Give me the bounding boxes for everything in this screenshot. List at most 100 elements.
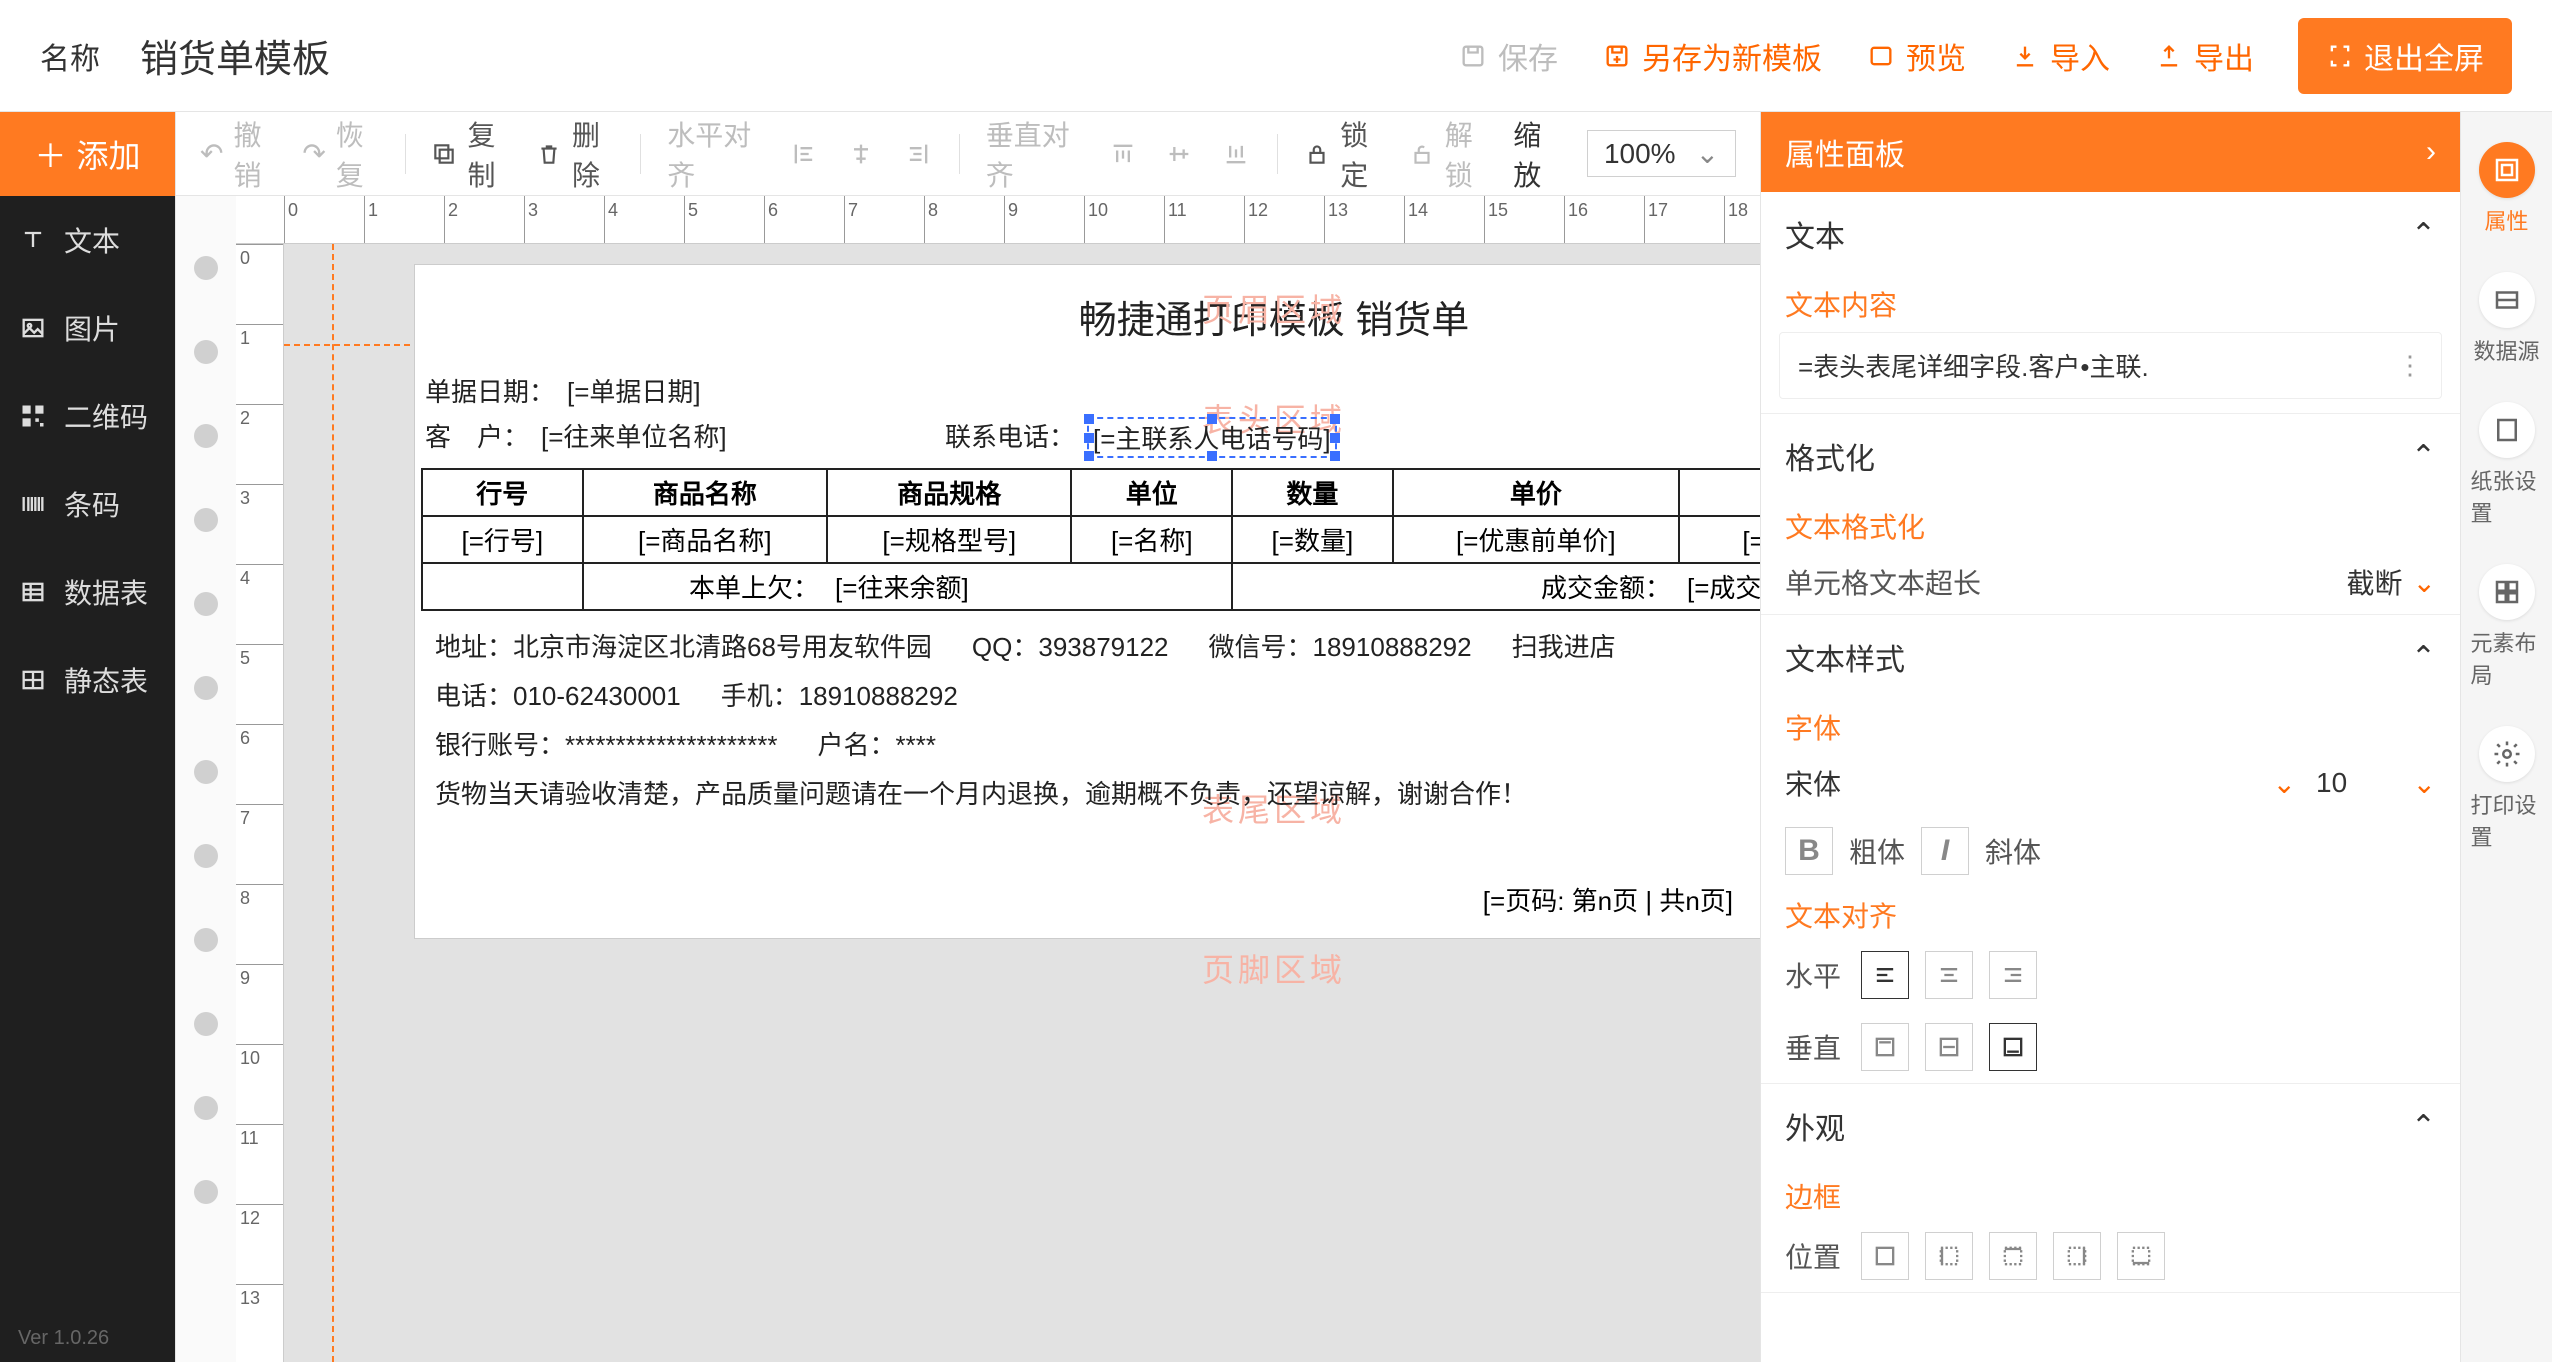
canvas[interactable]: 页眉区域 畅捷通打印模板 销货单 表头区域 单据日期： [=单据日期] 单据编号… <box>284 244 1760 1362</box>
border-all-button[interactable] <box>1861 1232 1909 1280</box>
bold-icon: B <box>1798 834 1820 868</box>
delete-button[interactable]: 删除 <box>536 114 614 194</box>
field-label[interactable]: 客 户： <box>425 417 529 458</box>
table-header[interactable]: 单价 <box>1393 469 1679 516</box>
v-align-middle-button[interactable] <box>1925 1023 1973 1071</box>
table-cell[interactable]: [=优惠前单价] <box>1393 516 1679 563</box>
preview-button[interactable]: 预览 <box>1866 34 1966 78</box>
zoom-select[interactable]: 100% ⌄ <box>1587 130 1736 177</box>
table-header[interactable]: 行号 <box>422 469 583 516</box>
vertical-ruler[interactable]: 01234567891011121314 <box>236 244 284 1362</box>
section-appearance[interactable]: 外观⌃ <box>1761 1084 2460 1168</box>
pager-field[interactable]: [=页码: 第n页 | 共n页] <box>415 877 1760 938</box>
lock-button[interactable]: 锁定 <box>1304 114 1382 194</box>
border-right-button[interactable] <box>2053 1232 2101 1280</box>
align-top-button[interactable] <box>1107 136 1138 172</box>
text-format-label: 文本格式化 <box>1761 498 2460 550</box>
selected-field[interactable]: [=主联系人电话号码] <box>1087 417 1337 458</box>
import-button[interactable]: 导入 <box>2010 34 2110 78</box>
sum-value[interactable]: [=成交金额] <box>1679 563 1760 610</box>
footer-text[interactable]: 户名：**** <box>817 725 935 762</box>
chevron-up-icon: ⌃ <box>2411 1109 2436 1144</box>
rail-print[interactable]: 打印设置 <box>2471 726 2543 852</box>
sidebar-item-datatable[interactable]: 数据表 <box>0 548 175 636</box>
sum-label[interactable]: 本单上欠： <box>583 563 827 610</box>
sidebar-item-image[interactable]: 图片 <box>0 284 175 372</box>
exit-fullscreen-button[interactable]: 退出全屏 <box>2298 18 2512 94</box>
unlock-button[interactable]: 解锁 <box>1409 114 1487 194</box>
align-bottom-button[interactable] <box>1221 136 1252 172</box>
sidebar-item-statictable[interactable]: 静态表 <box>0 636 175 724</box>
rail-properties[interactable]: 属性 <box>2471 142 2543 236</box>
font-family-select[interactable]: 宋体 ⌄ <box>1785 763 2296 803</box>
footer-text[interactable]: QQ：393879122 <box>972 627 1169 664</box>
field-label[interactable]: 联系电话： <box>945 417 1075 458</box>
overflow-select[interactable]: 截断 ⌄ <box>2347 562 2436 602</box>
page[interactable]: 页眉区域 畅捷通打印模板 销货单 表头区域 单据日期： [=单据日期] 单据编号… <box>414 264 1760 939</box>
table-cell[interactable]: [=优惠前金额] <box>1679 516 1760 563</box>
table-header[interactable]: 数量 <box>1232 469 1393 516</box>
template-title[interactable]: 畅捷通打印模板 销货单 <box>415 265 1760 368</box>
sum-value[interactable]: [=往来余额] <box>827 563 1232 610</box>
export-button[interactable]: 导出 <box>2154 34 2254 78</box>
properties-header[interactable]: 属性面板 › <box>1761 112 2460 192</box>
bold-button[interactable]: B <box>1785 827 1833 875</box>
copy-button[interactable]: 复制 <box>431 114 509 194</box>
footer-text[interactable]: 电话：010-62430001 <box>435 676 681 713</box>
undo-button[interactable]: ↶撤销 <box>200 114 276 194</box>
align-middle-button[interactable] <box>1164 136 1195 172</box>
data-table[interactable]: 行号商品名称商品规格单位数量单价金额备注 [=行号][=商品名称][=规格型号]… <box>421 468 1760 611</box>
h-align-center-button[interactable] <box>1925 951 1973 999</box>
align-center-h-button[interactable] <box>846 136 877 172</box>
table-header[interactable]: 商品规格 <box>827 469 1071 516</box>
add-button[interactable]: ＋ 添加 <box>0 112 175 196</box>
table-cell[interactable]: [=名称] <box>1071 516 1232 563</box>
align-right-button[interactable] <box>902 136 933 172</box>
section-text[interactable]: 文本⌃ <box>1761 192 2460 276</box>
table-cell[interactable]: [=数量] <box>1232 516 1393 563</box>
sidebar-item-label: 数据表 <box>64 572 148 612</box>
table-header[interactable]: 商品名称 <box>583 469 827 516</box>
field-value[interactable]: [=单据日期] <box>567 372 701 409</box>
footer-text[interactable]: 手机：18910888292 <box>721 676 958 713</box>
table-cell[interactable]: [=商品名称] <box>583 516 827 563</box>
footer-text[interactable]: 货物当天请验收清楚，产品质量问题请在一个月内退换，逾期概不负责，还望谅解，谢谢合… <box>435 774 1527 811</box>
field-value[interactable]: [=往来单位名称] <box>541 417 727 458</box>
redo-button[interactable]: ↷恢复 <box>302 114 378 194</box>
border-top-button[interactable] <box>1989 1232 2037 1280</box>
h-align-left-button[interactable] <box>1861 951 1909 999</box>
align-left-button[interactable] <box>789 136 820 172</box>
more-icon[interactable]: ⋮ <box>2397 350 2423 381</box>
border-bottom-button[interactable] <box>2117 1232 2165 1280</box>
text-content-input[interactable]: =表头表尾详细字段.客户•主联. ⋮ <box>1779 332 2442 399</box>
sidebar-item-qrcode[interactable]: 二维码 <box>0 372 175 460</box>
footer-text[interactable]: 微信号：18910888292 <box>1209 627 1472 664</box>
guide-vertical[interactable] <box>332 244 334 1362</box>
font-size-select[interactable]: 10 ⌄ <box>2316 767 2436 800</box>
horizontal-ruler[interactable]: 0123456789101112131415161718192021222324 <box>236 196 1760 244</box>
footer-text[interactable]: 地址：北京市海淀区北清路68号用友软件园 <box>435 627 932 664</box>
field-label[interactable]: 单据日期： <box>425 372 555 409</box>
v-align-top-button[interactable] <box>1861 1023 1909 1071</box>
rail-layout[interactable]: 元素布局 <box>2471 564 2543 690</box>
sidebar-item-text[interactable]: 文本 <box>0 196 175 284</box>
table-cell[interactable]: [=规格型号] <box>827 516 1071 563</box>
section-format[interactable]: 格式化⌃ <box>1761 414 2460 498</box>
table-cell[interactable]: [=行号] <box>422 516 583 563</box>
italic-button[interactable]: I <box>1921 827 1969 875</box>
save-as-button[interactable]: 另存为新模板 <box>1602 34 1822 78</box>
section-style[interactable]: 文本样式⌃ <box>1761 615 2460 699</box>
border-left-button[interactable] <box>1925 1232 1973 1280</box>
h-align-right-button[interactable] <box>1989 951 2037 999</box>
save-button[interactable]: 保存 <box>1458 34 1558 78</box>
sidebar-item-barcode[interactable]: 条码 <box>0 460 175 548</box>
rail-datasource[interactable]: 数据源 <box>2471 272 2543 366</box>
v-align-bottom-button[interactable] <box>1989 1023 2037 1071</box>
rail-paper[interactable]: 纸张设置 <box>2471 402 2543 528</box>
template-name[interactable]: 销货单模板 <box>140 28 330 83</box>
sum-label[interactable]: 成交金额： <box>1232 563 1679 610</box>
table-header[interactable]: 单位 <box>1071 469 1232 516</box>
footer-text[interactable]: 银行账号：********************* <box>435 725 777 762</box>
table-header[interactable]: 金额 <box>1679 469 1760 516</box>
footer-text[interactable]: 扫我进店 <box>1512 627 1616 664</box>
